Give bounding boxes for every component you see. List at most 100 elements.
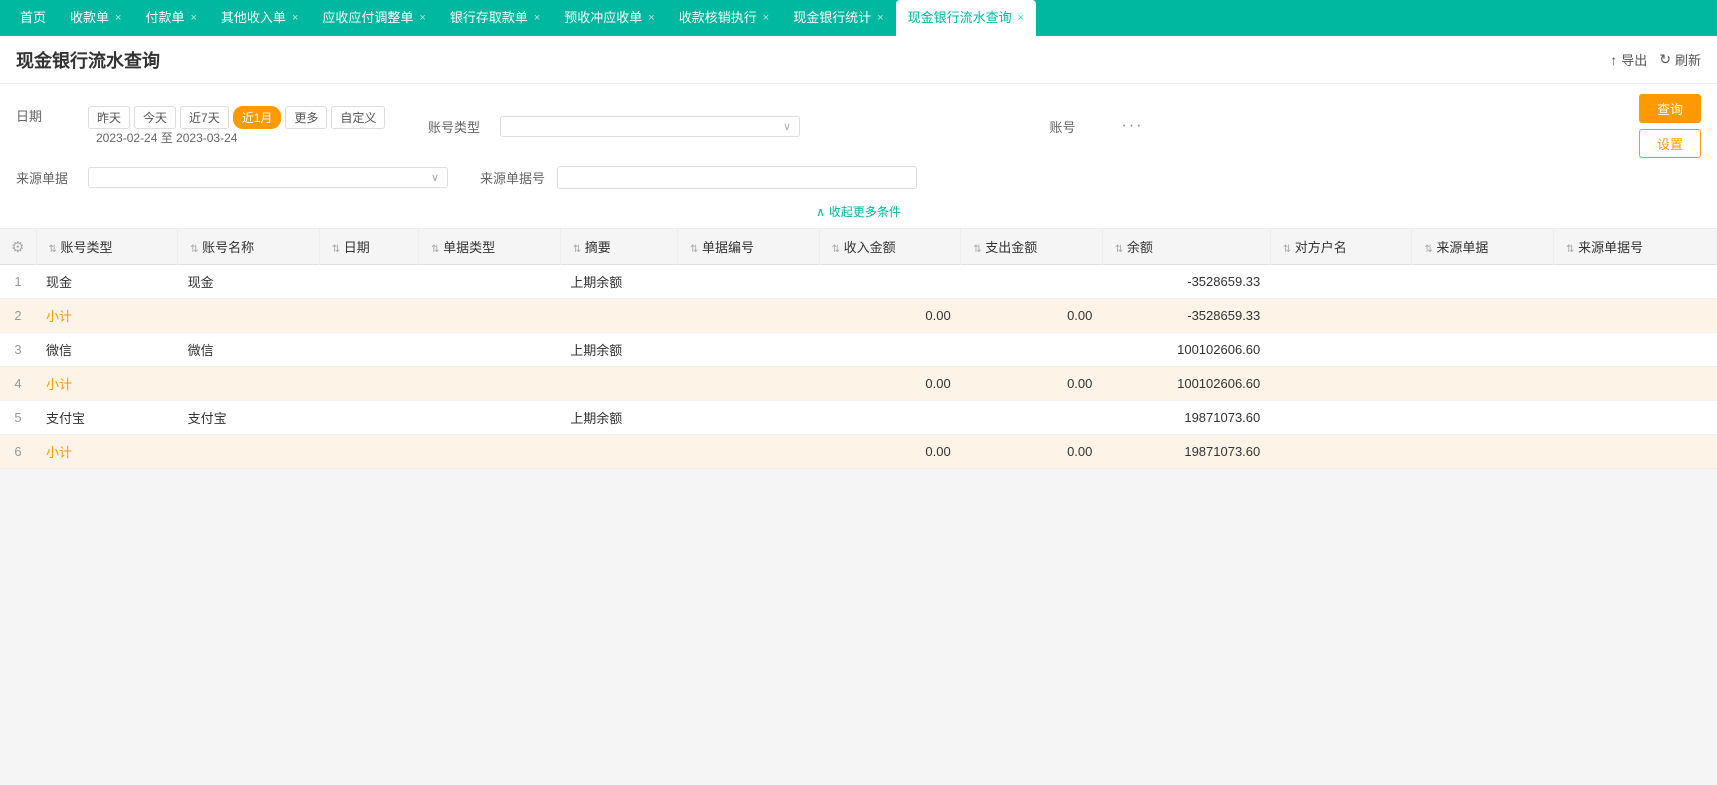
th-date[interactable]: ⇅ 日期 — [319, 229, 418, 265]
th-account-name[interactable]: ⇅ 账号名称 — [178, 229, 320, 265]
collapse-bar[interactable]: ∧ 收起更多条件 — [16, 197, 1701, 222]
date-btn-1month[interactable]: 近1月 — [233, 106, 282, 129]
cell-source-doc-no — [1554, 265, 1717, 299]
close-icon[interactable]: × — [292, 0, 298, 36]
source-doc-select[interactable]: ∨ — [88, 167, 448, 188]
cell-income — [819, 401, 961, 435]
cell-account-name: 现金 — [178, 265, 320, 299]
dropdown-icon: ∨ — [431, 171, 439, 184]
sort-icon: ⇅ — [832, 244, 840, 255]
nav-tab-xianjintongji[interactable]: 现金银行统计 × — [781, 0, 895, 36]
cell-expense — [961, 333, 1103, 367]
settings-button[interactable]: 设置 — [1639, 129, 1701, 158]
th-source-doc-no[interactable]: ⇅ 来源单据号 — [1554, 229, 1717, 265]
nav-home[interactable]: 首页 — [8, 0, 58, 36]
cell-doc-type — [419, 401, 561, 435]
nav-tab-liushuichaxun[interactable]: 现金银行流水查询 × — [896, 0, 1036, 36]
close-icon[interactable]: × — [115, 0, 121, 36]
cell-doc-no — [677, 401, 819, 435]
close-icon[interactable]: × — [648, 0, 654, 36]
cell-date — [319, 401, 418, 435]
cell-account-type: 小计 — [36, 367, 178, 401]
page-title: 现金银行流水查询 — [16, 47, 160, 73]
cell-doc-type — [419, 435, 561, 469]
cell-balance: 19871073.60 — [1102, 435, 1270, 469]
nav-tab-fukuandan[interactable]: 付款单 × — [133, 0, 208, 36]
cell-summary — [560, 299, 677, 333]
cell-balance: 100102606.60 — [1102, 367, 1270, 401]
sort-icon: ⇅ — [1424, 244, 1432, 255]
sort-icon: ⇅ — [573, 244, 581, 255]
cell-account-name: 微信 — [178, 333, 320, 367]
th-income[interactable]: ⇅ 收入金额 — [819, 229, 961, 265]
cell-account-name — [178, 435, 320, 469]
cell-summary: 上期余额 — [560, 401, 677, 435]
close-icon[interactable]: × — [534, 0, 540, 36]
th-expense[interactable]: ⇅ 支出金额 — [961, 229, 1103, 265]
close-icon[interactable]: × — [763, 0, 769, 36]
date-label: 日期 — [16, 106, 76, 125]
cell-account-name — [178, 299, 320, 333]
cell-counterpart — [1270, 401, 1412, 435]
date-btn-today[interactable]: 今天 — [134, 106, 176, 129]
dropdown-icon: ∨ — [783, 120, 791, 133]
nav-tab-yushouzhongying[interactable]: 预收冲应收单 × — [552, 0, 666, 36]
table-row: 2 小计 0.00 0.00 -3528659.33 — [0, 299, 1717, 333]
cell-account-type: 小计 — [36, 435, 178, 469]
cell-doc-no — [677, 435, 819, 469]
nav-tab-shouкuandan[interactable]: 收款单 × — [58, 0, 133, 36]
th-doc-no[interactable]: ⇅ 单据编号 — [677, 229, 819, 265]
th-source-doc[interactable]: ⇅ 来源单据 — [1412, 229, 1554, 265]
th-settings[interactable]: ⚙ — [0, 229, 36, 265]
close-icon[interactable]: × — [1018, 0, 1024, 36]
cell-summary — [560, 435, 677, 469]
cell-summary — [560, 367, 677, 401]
row-num: 2 — [0, 299, 36, 333]
close-icon[interactable]: × — [877, 0, 883, 36]
nav-tab-shouкuanzhixing[interactable]: 收款核销执行 × — [667, 0, 781, 36]
date-btn-7days[interactable]: 近7天 — [180, 106, 229, 129]
header-actions: ↑ 导出 ↻ 刷新 — [1610, 50, 1701, 69]
date-range-display: 2023-02-24 至 2023-03-24 — [96, 129, 385, 146]
close-icon[interactable]: × — [419, 0, 425, 36]
cell-balance: -3528659.33 — [1102, 265, 1270, 299]
th-balance[interactable]: ⇅ 余额 — [1102, 229, 1270, 265]
export-button[interactable]: ↑ 导出 — [1610, 50, 1647, 69]
sort-icon: ⇅ — [332, 244, 340, 255]
account-type-select[interactable]: ∨ — [500, 116, 800, 137]
cell-date — [319, 435, 418, 469]
account-dots[interactable]: ··· — [1122, 117, 1144, 135]
cell-counterpart — [1270, 333, 1412, 367]
query-button[interactable]: 查询 — [1639, 94, 1701, 123]
cell-doc-no — [677, 265, 819, 299]
cell-source-doc — [1412, 333, 1554, 367]
nav-tab-qitashouru[interactable]: 其他收入单 × — [209, 0, 310, 36]
nav-tab-yingshoutiaozheng[interactable]: 应收应付调整单 × — [310, 0, 437, 36]
cell-account-type: 微信 — [36, 333, 178, 367]
date-btn-yesterday[interactable]: 昨天 — [88, 106, 130, 129]
th-account-type[interactable]: ⇅ 账号类型 — [36, 229, 178, 265]
cell-doc-no — [677, 299, 819, 333]
th-counterpart[interactable]: ⇅ 对方户名 — [1270, 229, 1412, 265]
cell-doc-type — [419, 333, 561, 367]
table-body: 1 现金 现金 上期余额 -3528659.33 2 小计 — [0, 265, 1717, 469]
cell-income: 0.00 — [819, 435, 961, 469]
sort-icon: ⇅ — [1115, 244, 1123, 255]
cell-doc-type — [419, 299, 561, 333]
close-icon[interactable]: × — [190, 0, 196, 36]
date-btn-custom[interactable]: 自定义 — [331, 106, 385, 129]
th-summary[interactable]: ⇅ 摘要 — [560, 229, 677, 265]
th-doc-type[interactable]: ⇅ 单据类型 — [419, 229, 561, 265]
cell-source-doc-no — [1554, 435, 1717, 469]
cell-expense: 0.00 — [961, 435, 1103, 469]
date-btn-more[interactable]: 更多 — [285, 106, 327, 129]
nav-tab-yinhangcunquan[interactable]: 银行存取款单 × — [438, 0, 552, 36]
gear-icon[interactable]: ⚙ — [11, 239, 24, 256]
cell-counterpart — [1270, 265, 1412, 299]
cell-account-type: 支付宝 — [36, 401, 178, 435]
cell-balance: 19871073.60 — [1102, 401, 1270, 435]
source-doc-no-input[interactable] — [566, 170, 908, 185]
refresh-button[interactable]: ↻ 刷新 — [1659, 50, 1701, 69]
table-container: ⚙ ⇅ 账号类型 ⇅ 账号名称 ⇅ 日期 ⇅ 单据类型 — [0, 229, 1717, 469]
filter-row-2: 来源单据 ∨ 来源单据号 — [16, 166, 1701, 189]
